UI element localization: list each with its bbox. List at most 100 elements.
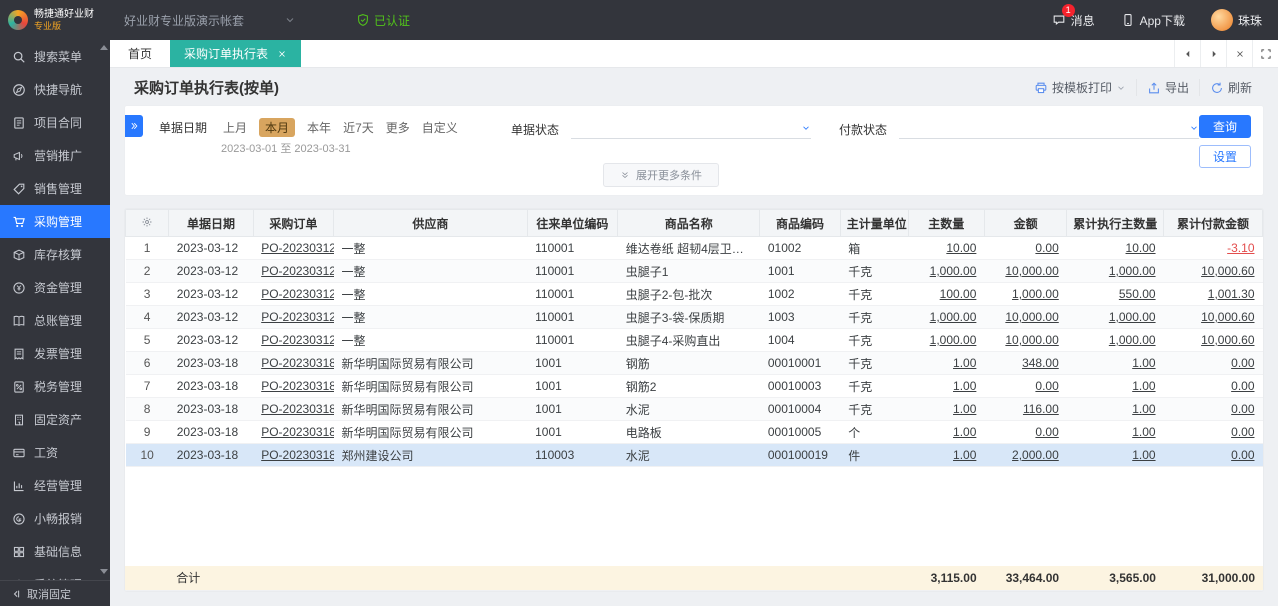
exec-qty-drill-link[interactable]: 1.00 xyxy=(1132,448,1155,462)
table-row-selected[interactable]: 10 2023-03-18 PO-20230318-0001 郑州建设公司 11… xyxy=(125,443,1263,467)
sidebar-item-fixed-assets[interactable]: 固定资产 xyxy=(0,403,110,436)
cell-po-link[interactable]: PO-20230312-0001 xyxy=(253,282,334,306)
sidebar-scroll-down[interactable] xyxy=(100,569,108,574)
exec-qty-drill-link[interactable]: 550.00 xyxy=(1119,287,1156,301)
amount-drill-link[interactable]: 10,000.00 xyxy=(1005,310,1058,324)
exec-qty-drill-link[interactable]: 1,000.00 xyxy=(1109,333,1156,347)
unpin-sidebar-button[interactable]: 取消固定 xyxy=(0,580,110,606)
app-download-button[interactable]: App下载 xyxy=(1121,12,1185,29)
cell-po-link[interactable]: PO-20230312-0001 xyxy=(253,236,334,260)
amount-drill-link[interactable]: 10,000.00 xyxy=(1005,333,1058,347)
po-link[interactable]: PO-20230318-0001 xyxy=(261,379,333,393)
tab-purchase-order-report[interactable]: 采购订单执行表 xyxy=(170,40,302,67)
amount-drill-link[interactable]: 0.00 xyxy=(1035,379,1058,393)
paid-drill-link[interactable]: 10,000.60 xyxy=(1201,333,1254,347)
cell-po-link[interactable]: PO-20230318-0001 xyxy=(253,443,334,467)
paid-drill-link[interactable]: 0.00 xyxy=(1231,448,1254,462)
po-link[interactable]: PO-20230312-0001 xyxy=(261,241,333,255)
date-option-custom[interactable]: 自定义 xyxy=(422,119,458,136)
sidebar-item-operations[interactable]: 经营管理 xyxy=(0,469,110,502)
qty-drill-link[interactable]: 1.00 xyxy=(953,356,976,370)
date-option-more[interactable]: 更多 xyxy=(386,119,410,136)
amount-drill-link[interactable]: 0.00 xyxy=(1035,241,1058,255)
amount-drill-link[interactable]: 10,000.00 xyxy=(1005,264,1058,278)
tab-home[interactable]: 首页 xyxy=(110,40,170,67)
sidebar-scroll-up[interactable] xyxy=(100,45,108,50)
po-link[interactable]: PO-20230318-0001 xyxy=(261,448,333,462)
date-option-this-month[interactable]: 本月 xyxy=(259,118,296,137)
paid-drill-link[interactable]: 1,001.30 xyxy=(1208,287,1255,301)
query-button[interactable]: 查询 xyxy=(1199,115,1251,138)
amount-drill-link[interactable]: 116.00 xyxy=(1023,402,1059,416)
sidebar-item-base-info[interactable]: 基础信息 xyxy=(0,535,110,568)
po-link[interactable]: PO-20230312-0001 xyxy=(261,287,333,301)
qty-drill-link[interactable]: 1,000.00 xyxy=(930,333,977,347)
po-link[interactable]: PO-20230318-0001 xyxy=(261,402,333,416)
messages-button[interactable]: 1 消息 xyxy=(1052,3,1095,29)
table-row[interactable]: 6 2023-03-18 PO-20230318-0001 新华明国际贸易有限公… xyxy=(125,351,1263,375)
qty-drill-link[interactable]: 1.00 xyxy=(953,402,976,416)
po-link[interactable]: PO-20230312-0001 xyxy=(261,264,333,278)
paid-drill-link[interactable]: 0.00 xyxy=(1231,425,1254,439)
collapse-filter-button[interactable] xyxy=(125,115,143,137)
exec-qty-drill-link[interactable]: 1,000.00 xyxy=(1109,264,1156,278)
table-row[interactable]: 1 2023-03-12 PO-20230312-0001 一整 110001 … xyxy=(125,236,1263,260)
table-row[interactable]: 2 2023-03-12 PO-20230312-0001 一整 110001 … xyxy=(125,259,1263,283)
fullscreen-button[interactable] xyxy=(1252,40,1278,67)
po-link[interactable]: PO-20230312-0001 xyxy=(261,333,333,347)
cell-po-link[interactable]: PO-20230318-0001 xyxy=(253,374,334,398)
cell-po-link[interactable]: PO-20230318-0001 xyxy=(253,351,334,375)
paid-drill-link[interactable]: 10,000.60 xyxy=(1201,310,1254,324)
close-tab-icon[interactable] xyxy=(277,49,287,59)
amount-drill-link[interactable]: 2,000.00 xyxy=(1012,448,1059,462)
qty-drill-link[interactable]: 1,000.00 xyxy=(930,310,977,324)
tab-scroll-left-button[interactable] xyxy=(1174,40,1200,67)
cell-po-link[interactable]: PO-20230318-0001 xyxy=(253,397,334,421)
exec-qty-drill-link[interactable]: 1.00 xyxy=(1132,402,1155,416)
exec-qty-drill-link[interactable]: 10.00 xyxy=(1126,241,1156,255)
qty-drill-link[interactable]: 1.00 xyxy=(953,425,976,439)
exec-qty-drill-link[interactable]: 1.00 xyxy=(1132,356,1155,370)
sidebar-item-payroll[interactable]: 工资 xyxy=(0,436,110,469)
paid-drill-link[interactable]: -3.10 xyxy=(1227,241,1254,255)
tab-scroll-right-button[interactable] xyxy=(1200,40,1226,67)
sidebar-item-system[interactable]: 系统管理 xyxy=(0,568,110,580)
settings-button[interactable]: 设置 xyxy=(1199,145,1251,168)
cell-po-link[interactable]: PO-20230312-0001 xyxy=(253,305,334,329)
paid-drill-link[interactable]: 0.00 xyxy=(1231,356,1254,370)
qty-drill-link[interactable]: 10.00 xyxy=(946,241,976,255)
doc-status-select[interactable] xyxy=(571,119,812,139)
table-row[interactable]: 8 2023-03-18 PO-20230318-0001 新华明国际贸易有限公… xyxy=(125,397,1263,421)
table-row[interactable]: 4 2023-03-12 PO-20230312-0001 一整 110001 … xyxy=(125,305,1263,329)
sidebar-item-general-ledger[interactable]: 总账管理 xyxy=(0,304,110,337)
paid-drill-link[interactable]: 0.00 xyxy=(1231,379,1254,393)
sidebar-item-marketing[interactable]: 营销推广 xyxy=(0,139,110,172)
date-option-last-7-days[interactable]: 近7天 xyxy=(343,119,374,136)
exec-qty-drill-link[interactable]: 1,000.00 xyxy=(1109,310,1156,324)
pay-status-select[interactable] xyxy=(899,119,1200,139)
po-link[interactable]: PO-20230318-0001 xyxy=(261,425,333,439)
sidebar-item-purchase[interactable]: 采购管理 xyxy=(0,205,110,238)
table-row[interactable]: 5 2023-03-12 PO-20230312-0001 一整 110001 … xyxy=(125,328,1263,352)
cell-po-link[interactable]: PO-20230318-0001 xyxy=(253,420,334,444)
table-row[interactable]: 7 2023-03-18 PO-20230318-0001 新华明国际贸易有限公… xyxy=(125,374,1263,398)
amount-drill-link[interactable]: 1,000.00 xyxy=(1012,287,1059,301)
cell-po-link[interactable]: PO-20230312-0001 xyxy=(253,328,334,352)
sidebar-item-reimburse[interactable]: 小畅报销 xyxy=(0,502,110,535)
exec-qty-drill-link[interactable]: 1.00 xyxy=(1132,379,1155,393)
sidebar-item-tax[interactable]: 税务管理 xyxy=(0,370,110,403)
po-link[interactable]: PO-20230312-0001 xyxy=(261,310,333,324)
qty-drill-link[interactable]: 100.00 xyxy=(940,287,977,301)
sidebar-item-project-contract[interactable]: 项目合同 xyxy=(0,106,110,139)
date-option-last-month[interactable]: 上月 xyxy=(223,119,247,136)
sidebar-item-search-menu[interactable]: 搜索菜单 xyxy=(0,40,110,73)
sidebar-item-invoice[interactable]: 发票管理 xyxy=(0,337,110,370)
qty-drill-link[interactable]: 1.00 xyxy=(953,379,976,393)
qty-drill-link[interactable]: 1,000.00 xyxy=(930,264,977,278)
date-option-this-year[interactable]: 本年 xyxy=(307,119,331,136)
paid-drill-link[interactable]: 10,000.60 xyxy=(1201,264,1254,278)
sidebar-item-quick-nav[interactable]: 快捷导航 xyxy=(0,73,110,106)
amount-drill-link[interactable]: 348.00 xyxy=(1022,356,1059,370)
sidebar-item-funds[interactable]: 资金管理 xyxy=(0,271,110,304)
paid-drill-link[interactable]: 0.00 xyxy=(1231,402,1254,416)
